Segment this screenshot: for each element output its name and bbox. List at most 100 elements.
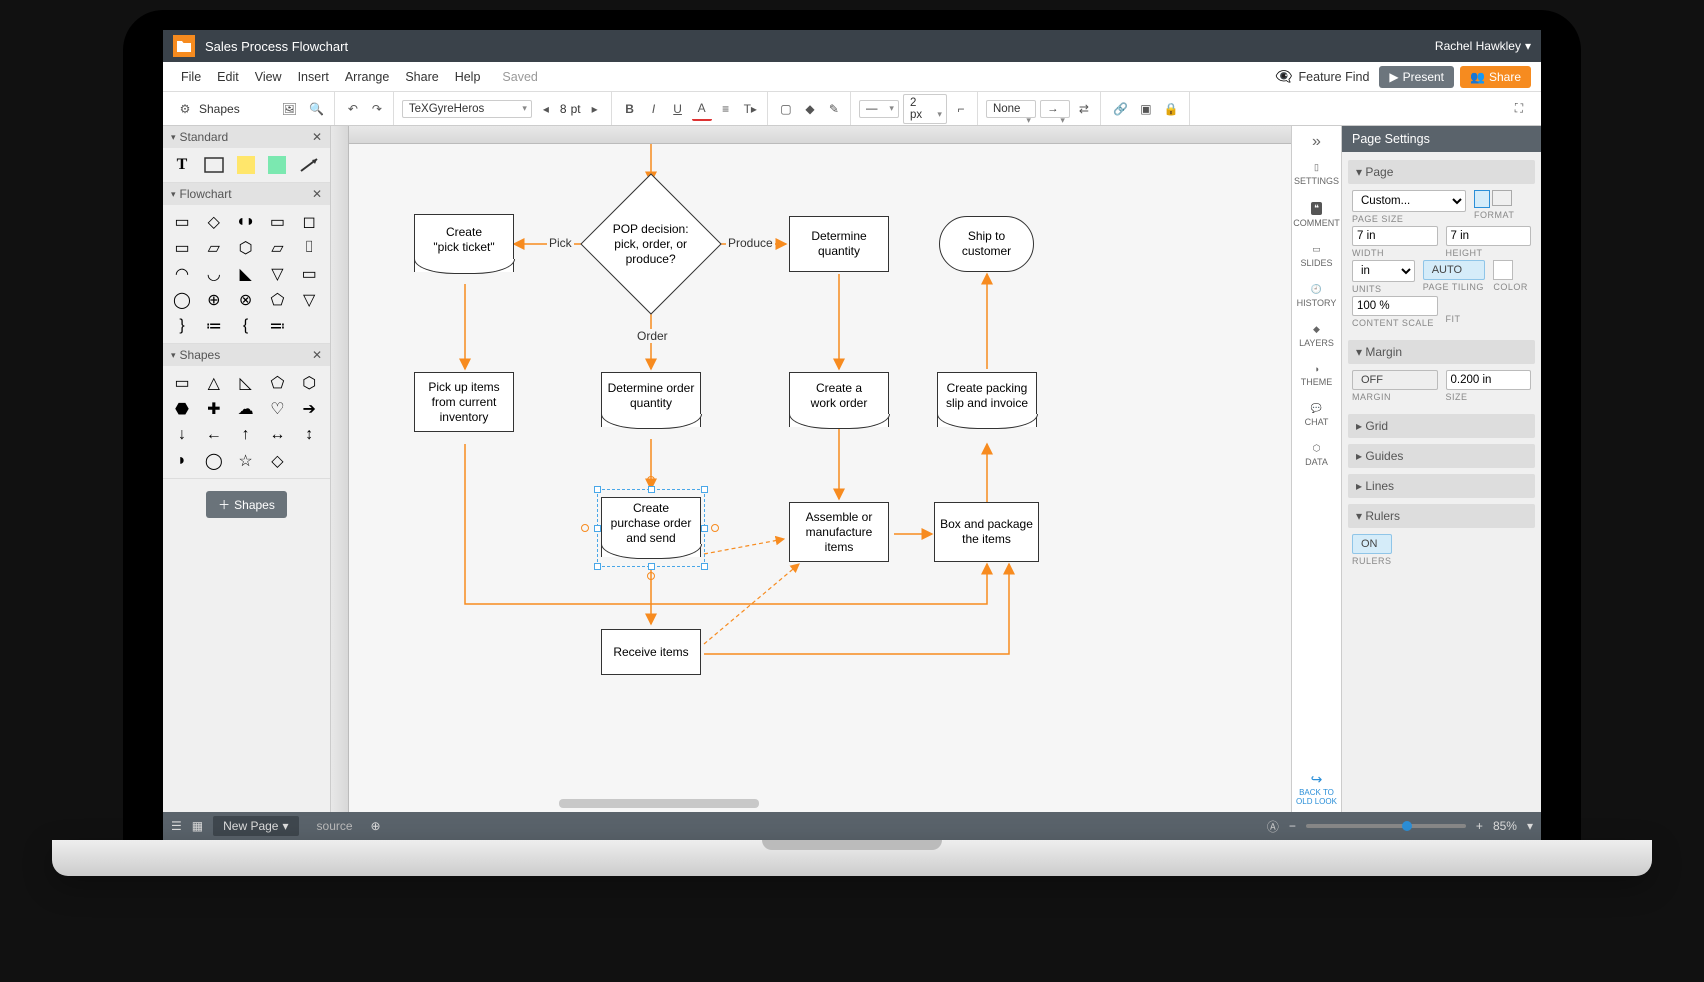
node-pop-decision[interactable]: POP decision: pick, order, or produce?: [580, 173, 721, 314]
font-size-inc[interactable]: ▸: [585, 98, 605, 120]
basic-shape-swatch[interactable]: ⬡: [298, 374, 320, 392]
rail-data[interactable]: ⬡DATA: [1292, 435, 1341, 475]
units-select[interactable]: in: [1352, 260, 1415, 282]
fill-button[interactable]: ▢: [776, 98, 796, 120]
font-family-dropdown[interactable]: TeXGyreHeros: [402, 100, 532, 118]
flowchart-shape-swatch[interactable]: ▭: [171, 239, 193, 257]
font-size[interactable]: 8: [560, 102, 567, 116]
color-swatch[interactable]: [1493, 260, 1513, 280]
underline-button[interactable]: U: [668, 98, 688, 120]
node-box-package[interactable]: Box and package the items: [934, 502, 1039, 562]
basic-shape-swatch[interactable]: ▭: [171, 374, 193, 392]
width-input[interactable]: [1352, 226, 1438, 246]
note-yellow[interactable]: [235, 156, 257, 174]
node-pickup-items[interactable]: Pick up items from current inventory: [414, 372, 514, 432]
flowchart-shape-swatch[interactable]: ▱: [203, 239, 225, 257]
present-button[interactable]: ▶ Present: [1379, 66, 1454, 88]
shapes-button[interactable]: Shapes: [199, 102, 240, 116]
category-shapes-header[interactable]: ▾Shapes✕: [163, 344, 330, 366]
basic-shape-swatch[interactable]: ↕: [298, 426, 320, 444]
grid-view-icon[interactable]: ▦: [192, 819, 203, 833]
node-assemble[interactable]: Assemble or manufacture items: [789, 502, 889, 562]
lines-section-header[interactable]: ▸ Lines: [1348, 474, 1535, 498]
flowchart-shape-swatch[interactable]: ⌷: [298, 239, 320, 257]
redo-button[interactable]: ↷: [367, 98, 387, 120]
italic-button[interactable]: I: [644, 98, 664, 120]
menu-share[interactable]: Share: [397, 70, 446, 84]
arrow-dropdown[interactable]: →: [1040, 100, 1070, 118]
flowchart-shape-swatch[interactable]: ▭: [298, 265, 320, 283]
flowchart-shape-swatch[interactable]: ◖◗: [235, 213, 257, 231]
fill-mode-dropdown[interactable]: None: [986, 100, 1036, 118]
flowchart-shape-swatch[interactable]: ◜◝: [171, 265, 193, 283]
flowchart-shape-swatch[interactable]: ≕: [266, 317, 288, 335]
close-icon[interactable]: ✕: [312, 348, 322, 362]
border-color-button[interactable]: ◆: [800, 98, 820, 120]
image-icon[interactable]: 🖼: [278, 98, 301, 120]
flowchart-shape-swatch[interactable]: ▭: [266, 213, 288, 231]
node-purchase-order[interactable]: Create purchase order and send: [601, 497, 701, 557]
text-options-button[interactable]: T▸: [740, 98, 761, 120]
arrow-shape[interactable]: [298, 156, 320, 174]
margin-size-input[interactable]: [1446, 370, 1532, 390]
menu-help[interactable]: Help: [447, 70, 489, 84]
add-page-button[interactable]: ⊕: [371, 819, 381, 833]
basic-shape-swatch[interactable]: ◗: [171, 452, 193, 470]
flowchart-shape-swatch[interactable]: ⬠: [266, 291, 288, 309]
link-button[interactable]: 🔗: [1109, 98, 1132, 120]
gear-icon[interactable]: ⚙: [175, 98, 195, 120]
node-packing-slip[interactable]: Create packing slip and invoice: [937, 372, 1037, 427]
close-icon[interactable]: ✕: [312, 187, 322, 201]
rail-slides[interactable]: ▭SLIDES: [1292, 236, 1341, 276]
height-input[interactable]: [1446, 226, 1532, 246]
font-size-dec[interactable]: ◂: [536, 98, 556, 120]
accessibility-icon[interactable]: Ⓐ: [1267, 818, 1279, 835]
connection-point[interactable]: [581, 524, 589, 532]
format-portrait[interactable]: [1474, 190, 1490, 208]
flowchart-shape-swatch[interactable]: ⊗: [235, 291, 257, 309]
page-section-header[interactable]: ▾ Page: [1348, 160, 1535, 184]
align-button[interactable]: ≡: [716, 98, 736, 120]
basic-shape-swatch[interactable]: ➔: [298, 400, 320, 418]
rulers-section-header[interactable]: ▾ Rulers: [1348, 504, 1535, 528]
zoom-out-button[interactable]: −: [1289, 819, 1296, 833]
flowchart-shape-swatch[interactable]: ◇: [203, 213, 225, 231]
group-button[interactable]: ▣: [1136, 98, 1156, 120]
menu-view[interactable]: View: [247, 70, 290, 84]
document-title[interactable]: Sales Process Flowchart: [205, 39, 1435, 54]
basic-shape-swatch[interactable]: ♡: [266, 400, 288, 418]
flowchart-shape-swatch[interactable]: ⬡: [235, 239, 257, 257]
menu-arrange[interactable]: Arrange: [337, 70, 397, 84]
rail-layers[interactable]: ◆LAYERS: [1292, 316, 1341, 356]
basic-shape-swatch[interactable]: ◯: [203, 452, 225, 470]
flowchart-shape-swatch[interactable]: ▭: [171, 213, 193, 231]
undo-button[interactable]: ↶: [343, 98, 363, 120]
flowchart-shape-swatch[interactable]: ◣: [235, 265, 257, 283]
line-width-dropdown[interactable]: 2 px: [903, 94, 947, 124]
node-pick-ticket[interactable]: Create "pick ticket": [414, 214, 514, 272]
flowchart-shape-swatch[interactable]: {: [235, 317, 257, 335]
search-icon[interactable]: 🔍: [305, 98, 328, 120]
flowchart-shape-swatch[interactable]: ◻: [298, 213, 320, 231]
basic-shape-swatch[interactable]: ◇: [266, 452, 288, 470]
chevron-down-icon[interactable]: ▾: [1527, 819, 1533, 833]
basic-shape-swatch[interactable]: ↓: [171, 426, 193, 444]
menu-edit[interactable]: Edit: [209, 70, 247, 84]
flowchart-shape-swatch[interactable]: ◯: [171, 291, 193, 309]
bold-button[interactable]: B: [620, 98, 640, 120]
flowchart-shape-swatch[interactable]: ▽: [266, 265, 288, 283]
margin-toggle[interactable]: OFF: [1352, 370, 1438, 390]
node-ship-to-customer[interactable]: Ship to customer: [939, 216, 1034, 272]
collapse-panel-button[interactable]: »: [1292, 130, 1341, 154]
flowchart-shape-swatch[interactable]: ▽: [298, 291, 320, 309]
share-button[interactable]: 👥 Share: [1460, 66, 1531, 88]
basic-shape-swatch[interactable]: ⬣: [171, 400, 193, 418]
fullscreen-button[interactable]: ⛶: [1509, 97, 1529, 120]
canvas-area[interactable]: Create "pick ticket" POP decision: pick,…: [331, 126, 1291, 812]
flowchart-shape-swatch[interactable]: ⊕: [203, 291, 225, 309]
rail-history[interactable]: 🕘HISTORY: [1292, 276, 1341, 316]
menu-insert[interactable]: Insert: [290, 70, 337, 84]
node-determine-order-qty[interactable]: Determine order quantity: [601, 372, 701, 427]
basic-shape-swatch[interactable]: ☁: [235, 400, 257, 418]
corner-style-button[interactable]: ⌐: [951, 98, 971, 120]
